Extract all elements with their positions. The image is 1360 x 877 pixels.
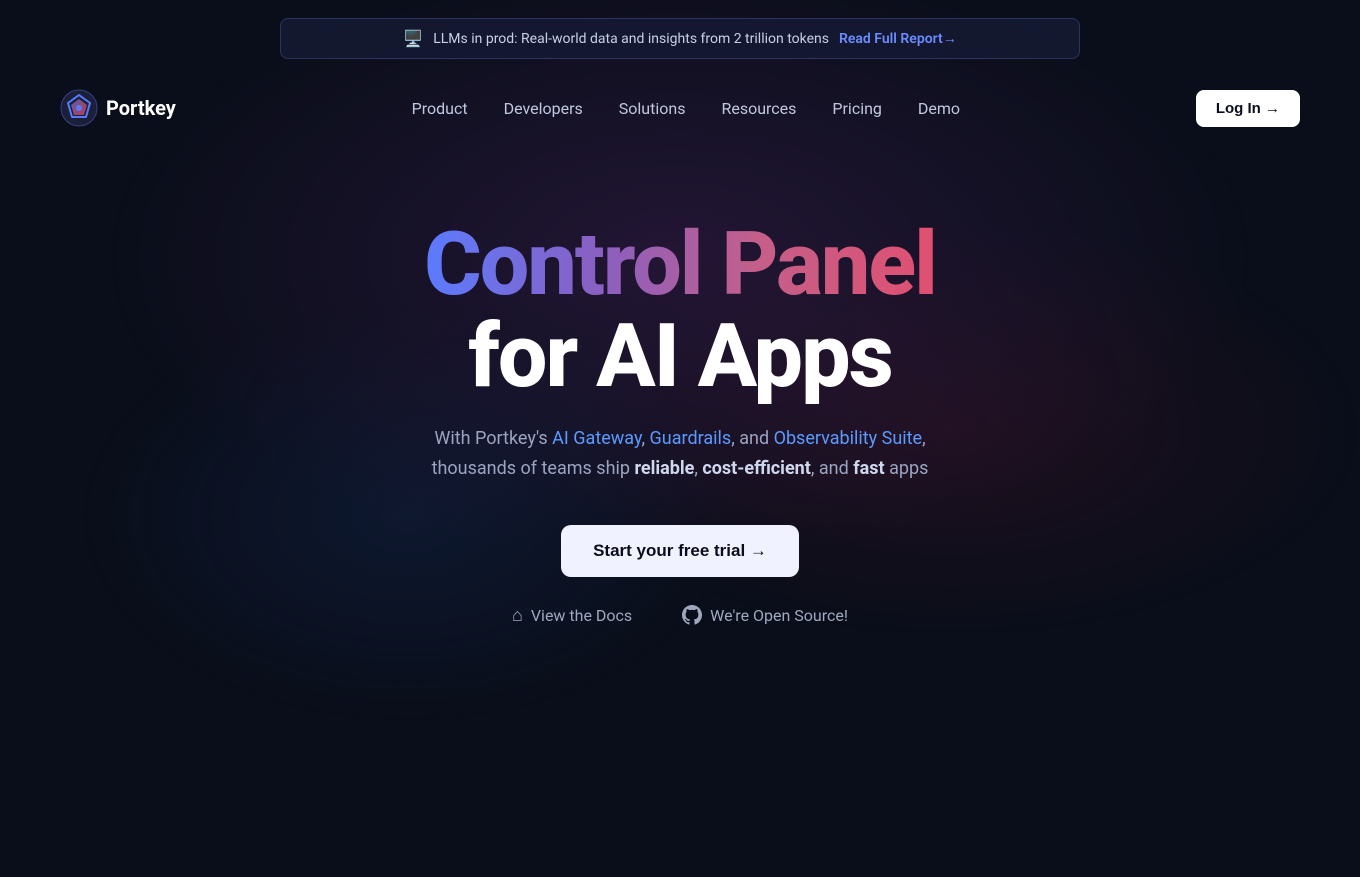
- subtitle-prefix: With Portkey's: [434, 428, 552, 449]
- portkey-logo-icon: [60, 89, 98, 127]
- docs-label: View the Docs: [531, 606, 632, 625]
- docs-link[interactable]: ⌂ View the Docs: [512, 605, 632, 626]
- cta-button[interactable]: Start your free trial →: [561, 525, 799, 577]
- nav-link-product[interactable]: Product: [412, 99, 468, 118]
- opensource-link[interactable]: We're Open Source!: [682, 605, 848, 625]
- nav-link-pricing[interactable]: Pricing: [832, 99, 882, 118]
- opensource-label: We're Open Source!: [710, 606, 848, 625]
- subtitle-comma3: ,: [694, 458, 698, 479]
- announcement-banner: 🖥️ LLMs in prod: Real-world data and ins…: [280, 18, 1080, 59]
- main-nav: Portkey Product Developers Solutions Res…: [0, 77, 1360, 139]
- subtitle-comma1: ,: [642, 428, 650, 449]
- ai-gateway-link[interactable]: AI Gateway: [552, 428, 641, 449]
- hero-title-line1: Control Panel: [424, 219, 936, 311]
- nav-link-demo[interactable]: Demo: [918, 99, 960, 118]
- hero-subtitle: With Portkey's AI Gateway, Guardrails, a…: [432, 424, 929, 485]
- logo[interactable]: Portkey: [60, 89, 176, 127]
- subtitle-fast: fast: [853, 458, 884, 479]
- subtitle-apps: apps: [885, 458, 929, 479]
- hero-section: Control Panel for AI Apps With Portkey's…: [0, 139, 1360, 686]
- hero-title-line2: for AI Apps: [424, 311, 936, 403]
- subtitle-teams: thousands of teams ship: [432, 458, 635, 479]
- nav-item-pricing[interactable]: Pricing: [832, 99, 882, 118]
- nav-item-solutions[interactable]: Solutions: [619, 99, 686, 118]
- banner-emoji: 🖥️: [403, 29, 423, 48]
- login-button[interactable]: Log In →: [1196, 90, 1300, 127]
- logo-text: Portkey: [106, 96, 176, 120]
- nav-links: Product Developers Solutions Resources P…: [412, 99, 960, 118]
- nav-item-resources[interactable]: Resources: [721, 99, 796, 118]
- docs-icon: ⌂: [512, 605, 523, 626]
- nav-link-resources[interactable]: Resources: [721, 99, 796, 118]
- subtitle-reliable: reliable: [634, 458, 694, 479]
- nav-link-solutions[interactable]: Solutions: [619, 99, 686, 118]
- nav-item-demo[interactable]: Demo: [918, 99, 960, 118]
- guardrails-link[interactable]: Guardrails: [650, 428, 732, 449]
- subtitle-cost-efficient: cost-efficient: [702, 458, 810, 479]
- banner-text: LLMs in prod: Real-world data and insigh…: [433, 31, 829, 47]
- subtitle-and: , and: [731, 428, 773, 449]
- nav-item-developers[interactable]: Developers: [504, 99, 583, 118]
- nav-link-developers[interactable]: Developers: [504, 99, 583, 118]
- github-icon: [682, 605, 702, 625]
- hero-title: Control Panel for AI Apps: [424, 219, 936, 404]
- secondary-links: ⌂ View the Docs We're Open Source!: [512, 605, 848, 626]
- nav-item-product[interactable]: Product: [412, 99, 468, 118]
- observability-link[interactable]: Observability Suite: [774, 428, 923, 449]
- subtitle-comma2: ,: [922, 428, 926, 449]
- banner-link[interactable]: Read Full Report→: [839, 30, 957, 47]
- subtitle-and2: , and: [811, 458, 853, 479]
